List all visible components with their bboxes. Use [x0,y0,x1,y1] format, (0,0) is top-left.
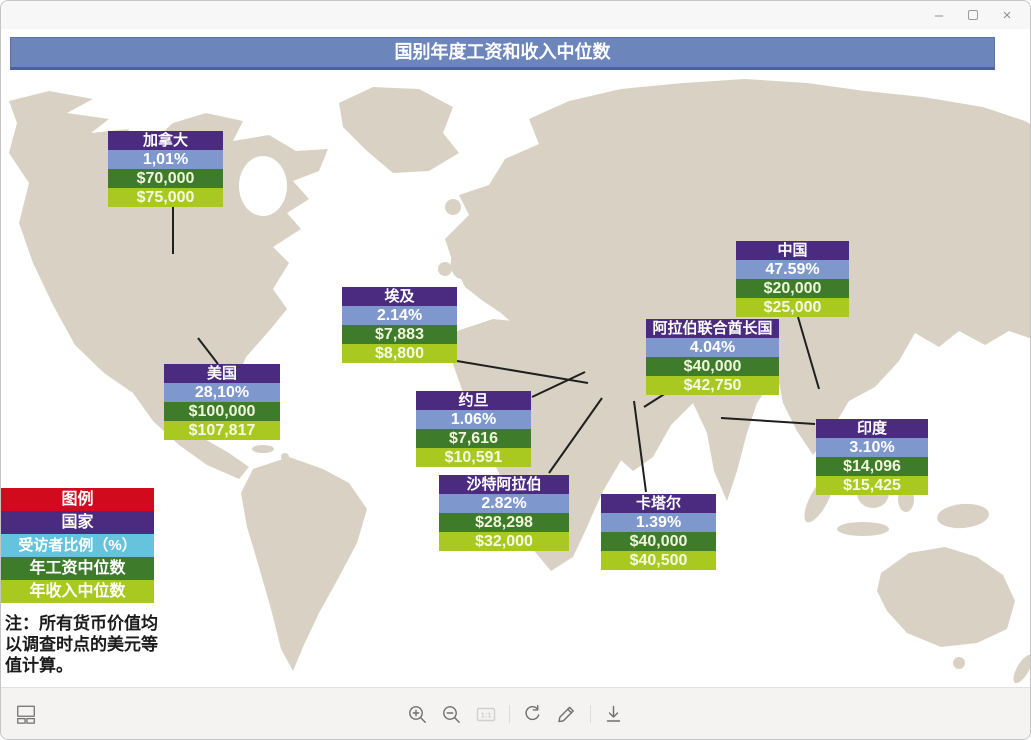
country-name: 美国 [164,364,280,383]
country-percent: 3.10% [816,438,928,457]
country-box-india: 印度 3.10% $14,096 $15,425 [816,419,928,495]
country-median-wage: $40,000 [601,532,716,551]
country-name: 沙特阿拉伯 [439,475,569,494]
country-median-wage: $40,000 [646,357,779,376]
legend: 图例 国家 受访者比例（%） 年工资中位数 年收入中位数 [1,488,154,603]
landmass-australia [877,547,1015,647]
zoom-out-button[interactable] [441,703,463,725]
country-percent: 4.04% [646,338,779,357]
country-box-qatar: 卡塔尔 1.39% $40,000 $40,500 [601,494,716,570]
thumbnail-view-icon [17,705,35,724]
legend-row-wage: 年工资中位数 [1,557,154,580]
country-box-canada: 加拿大 1,01% $70,000 $75,000 [108,131,223,207]
thumbnail-view-button[interactable] [15,703,37,725]
leader-line-usa [197,337,219,365]
landmass-new-guinea [937,503,989,529]
leader-line-qatar [633,400,647,493]
country-percent: 2.14% [342,306,457,325]
country-median-income: $25,000 [736,298,849,317]
country-median-income: $107,817 [164,421,280,440]
footnote-line: 注：所有货币价值均 [5,614,158,633]
country-name: 卡塔尔 [601,494,716,513]
country-median-income: $42,750 [646,376,779,395]
download-button[interactable] [603,703,625,725]
country-box-usa: 美国 28,10% $100,000 $107,817 [164,364,280,440]
legend-row-country: 国家 [1,511,154,534]
landmass-south-america [241,457,367,671]
country-median-wage: $20,000 [736,279,849,298]
app-window: – × 国别年度工资和收入中位数 加拿大 1,01% $70,000 $75,0… [0,0,1031,740]
country-box-china: 中国 47.59% $20,000 $25,000 [736,241,849,317]
country-box-egypt: 埃及 2.14% $7,883 $8,800 [342,287,457,363]
download-icon [606,705,621,722]
country-median-wage: $70,000 [108,169,223,188]
country-percent: 28,10% [164,383,280,402]
leader-line-egypt [450,359,589,384]
footnote-line: 以调查时点的美元等 [5,635,158,654]
country-box-saudi-arabia: 沙特阿拉伯 2.82% $28,298 $32,000 [439,475,569,551]
zoom-in-icon [409,705,426,723]
leader-line-saudi [548,397,603,474]
legend-row-percent: 受访者比例（%） [1,534,154,557]
actual-size-button[interactable]: 1:1 [475,703,497,725]
landmass-japan [938,259,968,307]
country-median-income: $15,425 [816,476,928,495]
leader-line-jordan [531,371,586,398]
country-median-wage: $14,096 [816,457,928,476]
country-median-income: $8,800 [342,344,457,363]
actual-size-icon: 1:1 [476,707,495,721]
country-name: 中国 [736,241,849,260]
country-name: 阿拉伯联合酋长国 [646,319,779,338]
toolbar-separator [589,705,591,723]
country-median-wage: $7,616 [416,429,531,448]
country-name: 印度 [816,419,928,438]
zoom-out-icon [443,705,460,723]
bottom-toolbar: 1:1 [1,687,1030,739]
world-map [9,79,1030,684]
country-name: 约旦 [416,391,531,410]
country-median-income: $10,591 [416,448,531,467]
country-median-wage: $100,000 [164,402,280,421]
toolbar-separator [508,705,510,723]
rotate-icon [525,704,540,720]
country-box-jordan: 约旦 1.06% $7,616 $10,591 [416,391,531,467]
country-percent: 47.59% [736,260,849,279]
country-name: 加拿大 [108,131,223,150]
country-median-wage: $28,298 [439,513,569,532]
landmass-british-isles [450,243,476,279]
footnote: 注：所有货币价值均 以调查时点的美元等 值计算。 [5,613,195,676]
zoom-in-button[interactable] [407,703,429,725]
toolbar-center-group: 1:1 [407,703,625,725]
country-percent: 1,01% [108,150,223,169]
legend-header: 图例 [1,488,154,511]
landmass-greenland [339,87,459,173]
pencil-icon [558,706,574,722]
leader-line-uae [643,392,667,408]
country-name: 埃及 [342,287,457,306]
country-median-income: $75,000 [108,188,223,207]
landmass-java [837,522,889,536]
rotate-button[interactable] [522,703,544,725]
country-median-wage: $7,883 [342,325,457,344]
edit-button[interactable] [556,703,578,725]
country-percent: 1.39% [601,513,716,532]
legend-row-income: 年收入中位数 [1,580,154,603]
country-percent: 1.06% [416,410,531,429]
map-stage: 加拿大 1,01% $70,000 $75,000 美国 28,10% $100… [1,1,1030,689]
footnote-line: 值计算。 [5,656,73,675]
country-box-uae: 阿拉伯联合酋长国 4.04% $40,000 $42,750 [646,319,779,395]
country-median-income: $40,500 [601,551,716,570]
country-median-income: $32,000 [439,532,569,551]
country-percent: 2.82% [439,494,569,513]
svg-text:1:1: 1:1 [480,710,491,719]
leader-line-india [720,417,816,425]
leader-line-china [797,316,820,390]
